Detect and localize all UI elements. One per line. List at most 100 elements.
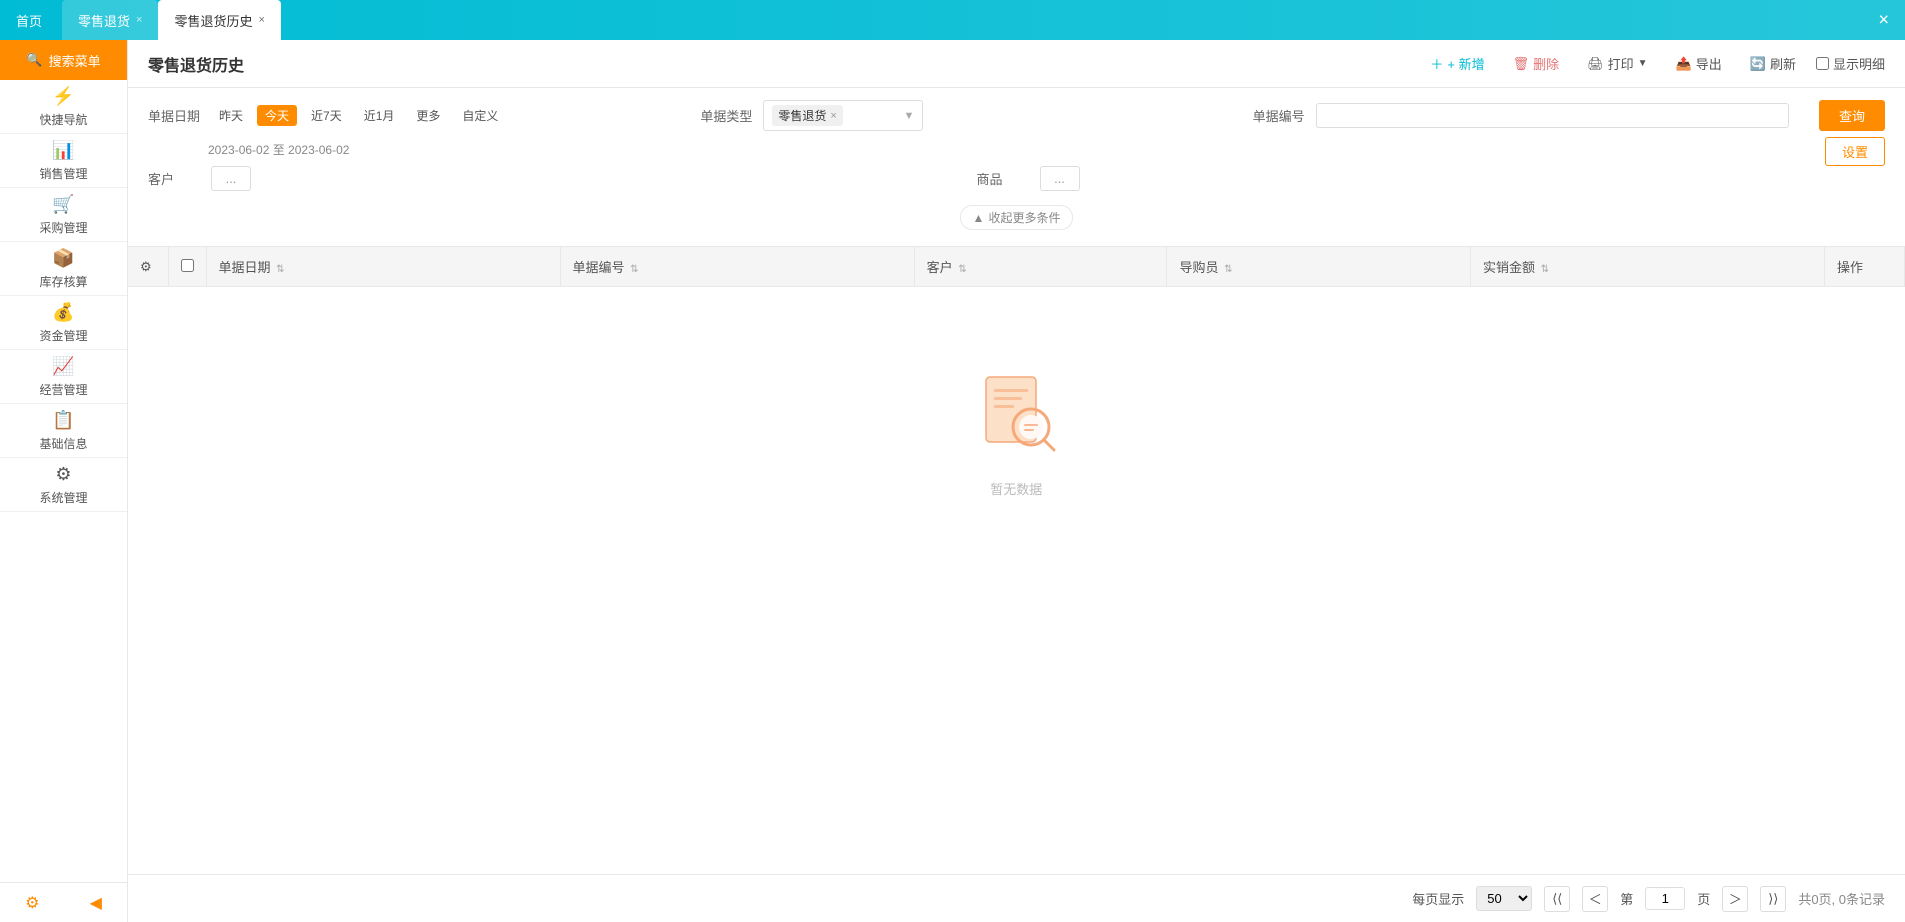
sidebar-item-system[interactable]: ⚙ 系统管理 (0, 458, 127, 512)
delete-icon: 🗑 (1513, 56, 1530, 72)
page-label: 第 (1620, 889, 1633, 908)
doc-no-label: 单据编号 (1253, 106, 1308, 125)
empty-state-row: 暂无数据 (128, 287, 1905, 579)
sidebar-item-finance[interactable]: 💰 资金管理 (0, 296, 127, 350)
sidebar-item-finance-label: 资金管理 (39, 327, 87, 344)
th-doc-no: 单据编号 ⇅ (560, 247, 914, 287)
sidebar-item-operations[interactable]: 📈 经营管理 (0, 350, 127, 404)
doc-type-select[interactable]: 零售退货 × ▼ (763, 100, 923, 131)
collapse-button[interactable]: ▲ 收起更多条件 (960, 205, 1074, 230)
first-page-button[interactable]: ⟨⟨ (1544, 886, 1570, 912)
page-number-input[interactable] (1645, 887, 1685, 910)
doc-no-filter-item: 单据编号 (1253, 103, 1789, 128)
date-btn-7days[interactable]: 近7天 (303, 105, 350, 126)
sidebar: 🔍 搜索菜单 ⚡ 快捷导航 📊 销售管理 🛒 采购管理 📦 库存核算 💰 (0, 40, 128, 922)
per-page-select[interactable]: 20 50 100 (1476, 886, 1532, 911)
th-doc-date: 单据日期 ⇅ (206, 247, 560, 287)
delete-button[interactable]: 🗑 删除 (1505, 50, 1568, 77)
tab-list: 首页 零售退货 × 零售退货历史 × (0, 0, 1905, 40)
show-details-checkbox[interactable] (1816, 57, 1829, 70)
th-settings[interactable]: ⚙ (128, 247, 168, 287)
doc-type-tag: 零售退货 × (772, 105, 842, 126)
export-icon: 📤 (1676, 56, 1692, 72)
show-details-checkbox-label[interactable]: 显示明细 (1816, 54, 1885, 73)
sidebar-toggle-button[interactable]: ◀ (90, 893, 102, 913)
sidebar-item-purchase-mgmt[interactable]: 🛒 采购管理 (0, 188, 127, 242)
page-title: 零售退货历史 (148, 52, 244, 76)
filter-settings-button[interactable]: 设置 (1825, 137, 1885, 166)
table-body: 暂无数据 (128, 287, 1905, 579)
print-button[interactable]: 🖨 打印 ▼ (1579, 50, 1655, 77)
tab-retail-return-close[interactable]: × (136, 14, 142, 26)
page-header: 零售退货历史 ＋ + 新增 🗑 删除 🖨 打印 ▼ 📤 导出 (128, 40, 1905, 88)
main-layout: 🔍 搜索菜单 ⚡ 快捷导航 📊 销售管理 🛒 采购管理 📦 库存核算 💰 (0, 40, 1905, 922)
sidebar-item-sales-mgmt[interactable]: 📊 销售管理 (0, 134, 127, 188)
sidebar-item-inventory[interactable]: 📦 库存核算 (0, 242, 127, 296)
prev-page-button[interactable]: ＜ (1582, 886, 1608, 912)
date-btn-custom[interactable]: 自定义 (454, 105, 506, 126)
amount-sort-icon[interactable]: ⇅ (1541, 264, 1549, 275)
collapse-row: ▲ 收起更多条件 (148, 201, 1885, 234)
system-icon: ⚙ (55, 464, 71, 485)
tab-retail-return-history[interactable]: 零售退货历史 × (158, 0, 280, 40)
date-btn-1month[interactable]: 近1月 (356, 105, 403, 126)
doc-no-input[interactable] (1316, 103, 1789, 128)
filter-row-1: 单据日期 昨天 今天 近7天 近1月 更多 自定义 单据类型 (148, 100, 1789, 131)
customer-input[interactable]: ... (211, 166, 251, 191)
last-page-button[interactable]: ⟩⟩ (1760, 886, 1786, 912)
sidebar-search[interactable]: 🔍 搜索菜单 (0, 40, 127, 80)
sidebar-item-quick-nav[interactable]: ⚡ 快捷导航 (0, 80, 127, 134)
empty-text: 暂无数据 (990, 479, 1042, 498)
refresh-button[interactable]: 🔄 刷新 (1742, 50, 1804, 77)
tab-retail-return-history-label: 零售退货历史 (174, 11, 252, 30)
customer-sort-icon[interactable]: ⇅ (958, 264, 966, 275)
empty-state: 暂无数据 (128, 287, 1905, 578)
purchase-icon: 🛒 (52, 194, 74, 215)
empty-state-cell: 暂无数据 (128, 287, 1905, 579)
doc-no-sort-icon[interactable]: ⇅ (630, 264, 638, 275)
goods-label: 商品 (977, 169, 1032, 188)
doc-type-tag-close[interactable]: × (830, 110, 836, 122)
sidebar-item-basic-info[interactable]: 📋 基础信息 (0, 404, 127, 458)
table-header-row: ⚙ 单据日期 ⇅ 单据编号 ⇅ (128, 247, 1905, 287)
export-label: 导出 (1696, 54, 1722, 73)
sidebar-settings-button[interactable]: ⚙ (25, 893, 39, 913)
doc-type-chevron: ▼ (903, 110, 914, 122)
empty-icon (966, 367, 1066, 467)
th-checkbox[interactable] (168, 247, 206, 287)
tab-retail-return-history-close[interactable]: × (258, 14, 264, 26)
refresh-label: 刷新 (1770, 54, 1796, 73)
show-details-label: 显示明细 (1833, 54, 1885, 73)
basic-info-icon: 📋 (52, 410, 74, 431)
date-btn-today[interactable]: 今天 (257, 105, 297, 126)
export-button[interactable]: 📤 导出 (1668, 50, 1730, 77)
select-all-checkbox[interactable] (181, 259, 194, 272)
window-close-button[interactable]: × (1878, 10, 1889, 31)
goods-input[interactable]: ... (1040, 166, 1080, 191)
sidebar-bottom: ⚙ ◀ (0, 882, 127, 922)
collapse-arrow-icon: ▲ (973, 211, 985, 225)
next-page-button[interactable]: ＞ (1722, 886, 1748, 912)
new-button[interactable]: ＋ + 新增 (1422, 50, 1492, 77)
th-guide: 导购员 ⇅ (1167, 247, 1470, 287)
guide-sort-icon[interactable]: ⇅ (1224, 264, 1232, 275)
tab-home-label: 首页 (16, 11, 42, 30)
date-btn-yesterday[interactable]: 昨天 (211, 105, 251, 126)
tab-home[interactable]: 首页 (0, 0, 58, 40)
print-label: 打印 (1608, 54, 1634, 73)
th-guide-label: 导购员 (1179, 260, 1218, 275)
tab-retail-return[interactable]: 零售退货 × (62, 0, 158, 40)
th-customer: 客户 ⇅ (914, 247, 1167, 287)
collapse-label: 收起更多条件 (988, 209, 1060, 226)
date-shortcut-group: 昨天 今天 近7天 近1月 更多 自定义 (211, 105, 506, 126)
doc-date-sort-icon[interactable]: ⇅ (276, 264, 284, 275)
filter-area: 单据日期 昨天 今天 近7天 近1月 更多 自定义 单据类型 (128, 88, 1905, 247)
sidebar-item-sales-label: 销售管理 (39, 165, 87, 182)
pagination-info: 共0页, 0条记录 (1798, 889, 1885, 908)
sidebar-item-purchase-label: 采购管理 (39, 219, 87, 236)
query-button[interactable]: 查询 (1819, 100, 1885, 131)
doc-type-value: 零售退货 (778, 107, 826, 124)
date-btn-more[interactable]: 更多 (408, 105, 448, 126)
th-ops-label: 操作 (1837, 260, 1863, 275)
quick-nav-icon: ⚡ (52, 86, 74, 107)
